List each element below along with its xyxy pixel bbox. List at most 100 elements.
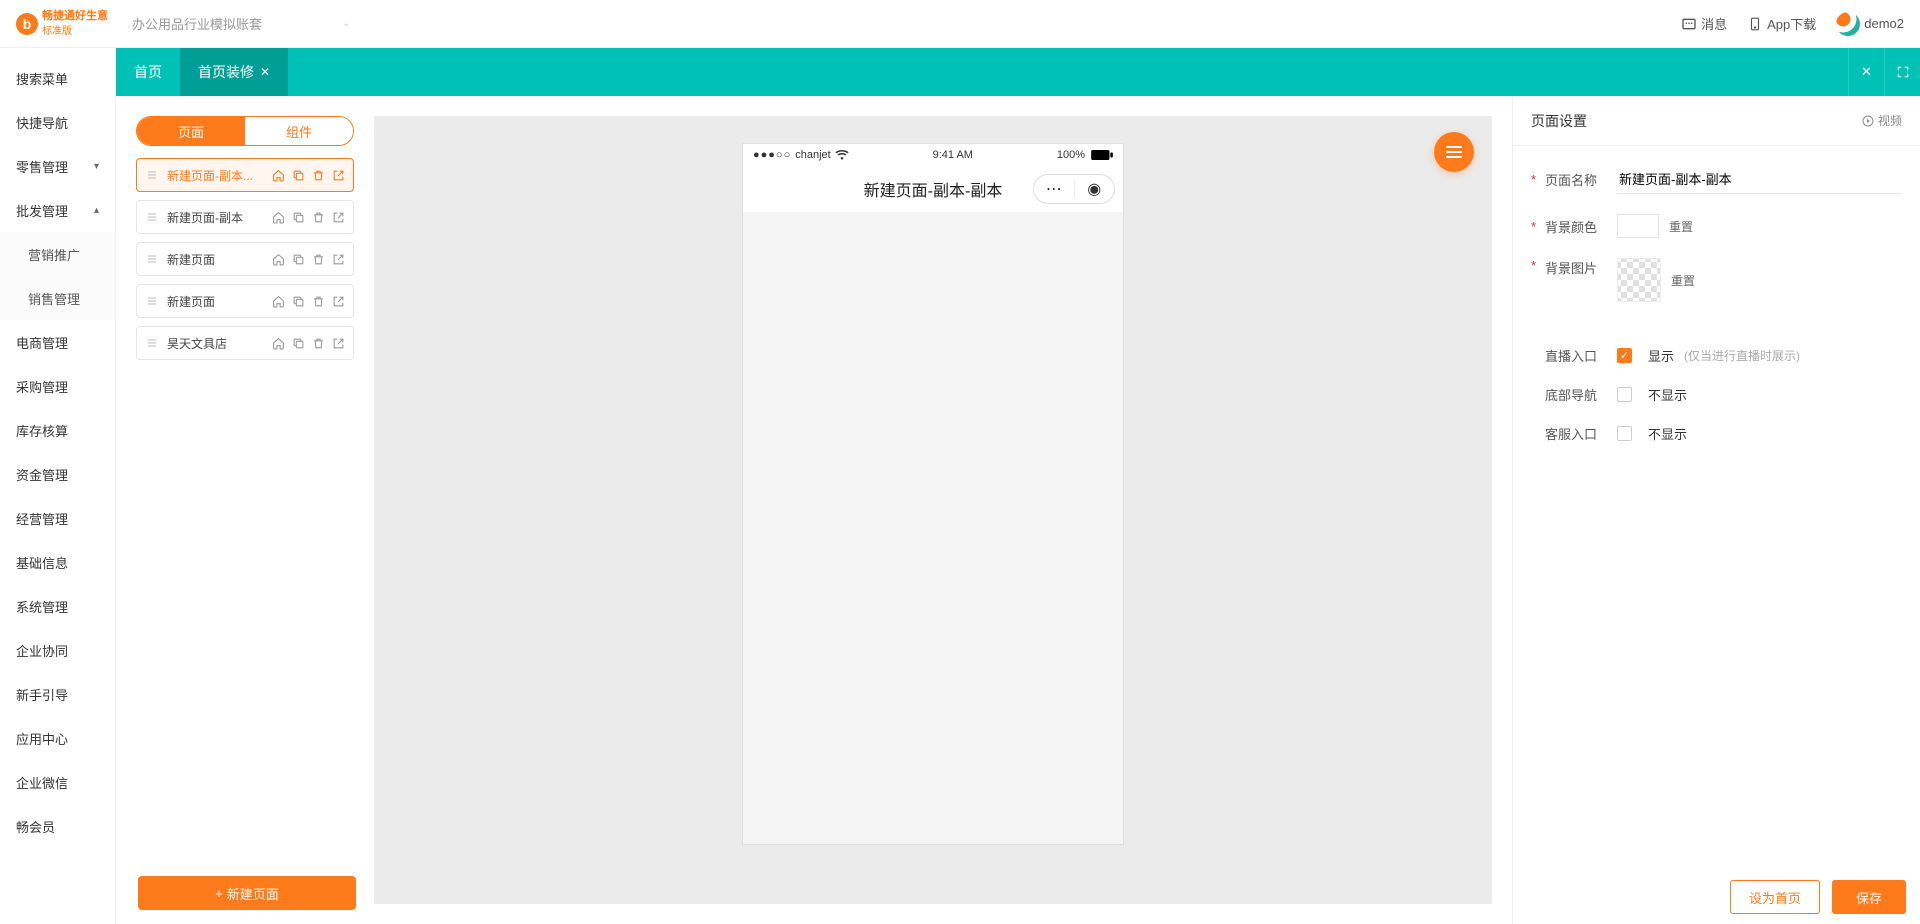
page-item-name: 新建页面-副本: [167, 209, 263, 226]
preview-canvas: ●●●○○ chanjet 9:41 AM 100%: [374, 116, 1492, 904]
drag-icon[interactable]: [145, 337, 159, 349]
drag-icon[interactable]: [145, 211, 159, 223]
nav-item[interactable]: 采购管理: [0, 364, 115, 408]
delete-icon[interactable]: [311, 252, 325, 266]
page-list: 新建页面-副本...新建页面-副本新建页面新建页面昊天文具店: [136, 158, 354, 360]
chevron-down-icon: ⌄: [342, 18, 350, 29]
bottom-nav-checkbox[interactable]: [1617, 387, 1632, 402]
open-icon[interactable]: [331, 294, 345, 308]
open-icon[interactable]: [331, 336, 345, 350]
set-home-button[interactable]: 设为首页: [1730, 880, 1820, 914]
copy-icon[interactable]: [291, 294, 305, 308]
service-entry-label: 客服入口: [1545, 424, 1617, 443]
service-checkbox[interactable]: [1617, 426, 1632, 441]
bg-color-reset[interactable]: 重置: [1669, 218, 1693, 235]
nav-item[interactable]: 搜索菜单: [0, 56, 115, 100]
miniapp-capsule: ⋯ ◉: [1033, 174, 1115, 204]
nav-item[interactable]: 零售管理▾: [0, 144, 115, 188]
capsule-more[interactable]: ⋯: [1034, 179, 1074, 199]
page-item[interactable]: 新建页面-副本...: [136, 158, 354, 192]
nav-item-label: 畅会员: [16, 817, 55, 836]
messages-link[interactable]: 消息: [1681, 14, 1727, 33]
wifi-icon: [835, 150, 849, 160]
open-icon[interactable]: [331, 252, 345, 266]
nav-item[interactable]: 快捷导航: [0, 100, 115, 144]
capsule-close[interactable]: ◉: [1074, 179, 1114, 199]
bg-image-reset[interactable]: 重置: [1671, 272, 1695, 289]
home-icon[interactable]: [271, 210, 285, 224]
delete-icon[interactable]: [311, 294, 325, 308]
nav-item[interactable]: 企业微信: [0, 760, 115, 804]
miniapp-header: 新建页面-副本-副本 ⋯ ◉: [743, 166, 1123, 212]
toggle-panel-button[interactable]: [1434, 132, 1474, 172]
copy-icon[interactable]: [291, 336, 305, 350]
live-show-checkbox[interactable]: ✓: [1617, 348, 1632, 363]
nav-item[interactable]: 批发管理▴: [0, 188, 115, 232]
nav-item[interactable]: 销售管理: [0, 276, 115, 320]
open-icon[interactable]: [331, 210, 345, 224]
nav-item-label: 资金管理: [16, 465, 68, 484]
nav-item-label: 基础信息: [16, 553, 68, 572]
tab-home-decorate[interactable]: 首页装修 ✕: [180, 48, 288, 96]
delete-icon[interactable]: [311, 336, 325, 350]
nav-item[interactable]: 电商管理: [0, 320, 115, 364]
left-nav: 搜索菜单快捷导航零售管理▾批发管理▴营销推广销售管理电商管理采购管理库存核算资金…: [0, 48, 116, 924]
home-icon[interactable]: [271, 168, 285, 182]
time-label: 9:41 AM: [933, 149, 973, 161]
close-icon[interactable]: ✕: [260, 65, 270, 79]
nav-item[interactable]: 资金管理: [0, 452, 115, 496]
nav-item[interactable]: 畅会员: [0, 804, 115, 848]
logo-title: 畅捷通好生意: [42, 11, 108, 22]
account-select[interactable]: 办公用品行业模拟账套 ⌄: [132, 14, 350, 33]
nav-item-label: 电商管理: [16, 333, 68, 352]
nav-item[interactable]: 库存核算: [0, 408, 115, 452]
app-download-link[interactable]: App下载: [1747, 14, 1816, 33]
page-item[interactable]: 新建页面: [136, 242, 354, 276]
page-item[interactable]: 昊天文具店: [136, 326, 354, 360]
nav-item[interactable]: 系统管理: [0, 584, 115, 628]
video-link[interactable]: 视频: [1862, 112, 1902, 129]
nav-item[interactable]: 经营管理: [0, 496, 115, 540]
delete-icon[interactable]: [311, 168, 325, 182]
account-label: 办公用品行业模拟账套: [132, 14, 262, 33]
nav-item[interactable]: 基础信息: [0, 540, 115, 584]
nav-item[interactable]: 营销推广: [0, 232, 115, 276]
page-item[interactable]: 新建页面-副本: [136, 200, 354, 234]
page-item[interactable]: 新建页面: [136, 284, 354, 318]
nav-item[interactable]: 新手引导: [0, 672, 115, 716]
new-page-button[interactable]: + 新建页面: [138, 876, 356, 910]
page-item-name: 新建页面: [167, 293, 263, 310]
bottom-nav-text: 不显示: [1648, 385, 1687, 404]
nav-item-label: 采购管理: [16, 377, 68, 396]
delete-icon[interactable]: [311, 210, 325, 224]
page-item-name: 新建页面-副本...: [167, 167, 263, 184]
seg-component[interactable]: 组件: [245, 117, 353, 145]
home-icon[interactable]: [271, 294, 285, 308]
plus-icon: +: [215, 886, 223, 901]
drag-icon[interactable]: [145, 169, 159, 181]
copy-icon[interactable]: [291, 210, 305, 224]
nav-item[interactable]: 应用中心: [0, 716, 115, 760]
chevron-up-icon: ▴: [94, 205, 99, 216]
tabs-fullscreen[interactable]: [1884, 48, 1920, 96]
bg-color-picker[interactable]: [1617, 214, 1659, 238]
nav-item-label: 快捷导航: [16, 113, 68, 132]
copy-icon[interactable]: [291, 252, 305, 266]
drag-icon[interactable]: [145, 253, 159, 265]
page-name-input[interactable]: [1617, 164, 1902, 194]
user-menu[interactable]: demo2: [1836, 12, 1904, 36]
save-button[interactable]: 保存: [1832, 880, 1906, 914]
tabs-close-all[interactable]: ✕: [1848, 48, 1884, 96]
bg-image-picker[interactable]: [1617, 258, 1661, 302]
tab-home[interactable]: 首页: [116, 48, 180, 96]
app-download-label: App下载: [1767, 14, 1816, 33]
copy-icon[interactable]: [291, 168, 305, 182]
nav-item[interactable]: 企业协同: [0, 628, 115, 672]
open-icon[interactable]: [331, 168, 345, 182]
drag-icon[interactable]: [145, 295, 159, 307]
seg-page[interactable]: 页面: [137, 117, 245, 145]
nav-item-label: 搜索菜单: [16, 69, 68, 88]
page-item-name: 昊天文具店: [167, 335, 263, 352]
home-icon[interactable]: [271, 252, 285, 266]
home-icon[interactable]: [271, 336, 285, 350]
